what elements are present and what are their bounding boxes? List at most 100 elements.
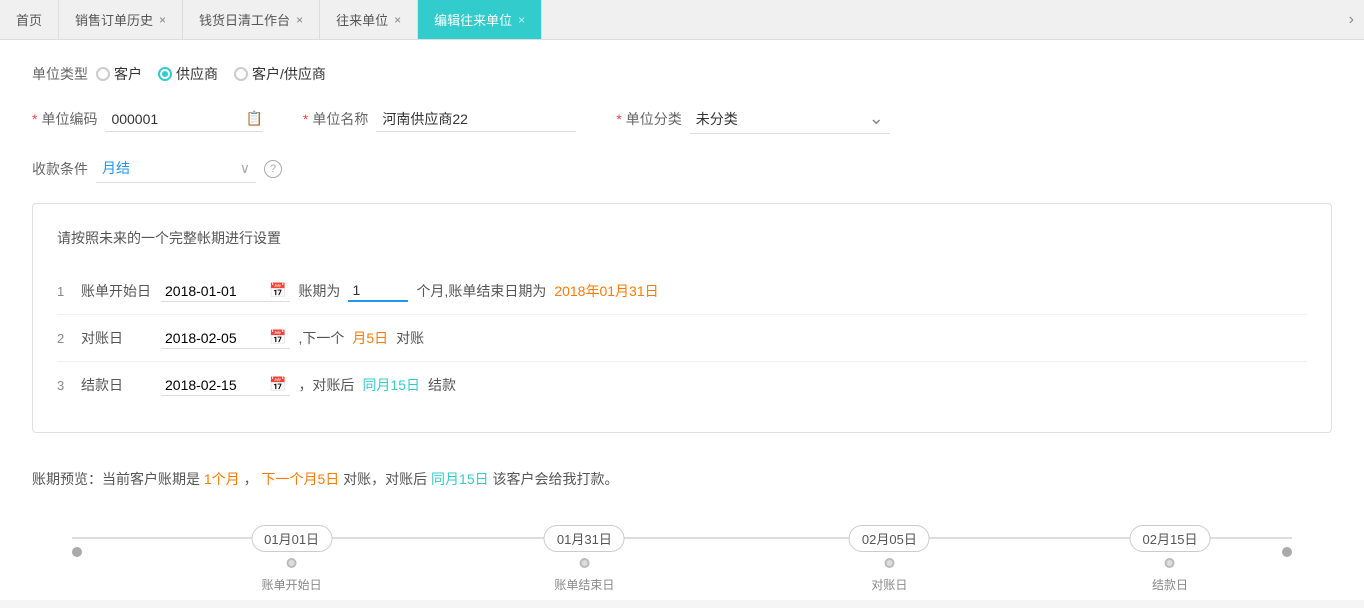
row-1-date-wrapper: 📅: [161, 280, 290, 302]
radio-supplier[interactable]: 供应商: [158, 64, 218, 84]
unit-category-value: 未分类: [696, 109, 869, 129]
row-2-num: 2: [57, 331, 81, 346]
preview-part2: 下一个月5日: [261, 471, 339, 487]
tab-home[interactable]: 首页: [0, 0, 59, 39]
unit-category-arrow: ⌄: [869, 108, 884, 129]
timeline-point-0: 01月01日 账单开始日: [251, 525, 332, 593]
timeline-badge-1: 01月31日: [544, 525, 625, 552]
timeline-dot-2: [884, 558, 894, 568]
timeline-badge-2: 02月05日: [849, 525, 930, 552]
row-1-period-label: 账期为: [298, 281, 340, 301]
row-2-suffix-highlight: 月5日: [352, 328, 388, 348]
row-2-suffix-before: ,下一个: [298, 328, 344, 348]
unit-name-input[interactable]: [376, 107, 576, 132]
payment-value: 月结: [102, 158, 234, 178]
tab-edit-partner-label: 编辑往来单位: [434, 10, 512, 29]
unit-name-group: * 单位名称: [303, 107, 576, 132]
timeline-left-dot: [72, 547, 82, 557]
payment-help-icon[interactable]: ?: [264, 160, 282, 178]
payment-select[interactable]: 月结 ∨: [96, 154, 256, 183]
payment-label: 收款条件: [32, 159, 88, 179]
row-1-num: 1: [57, 284, 81, 299]
unit-category-select[interactable]: 未分类 ⌄: [690, 104, 890, 134]
row-1-period-end: 2018年01月31日: [554, 281, 658, 301]
timeline-badge-0: 01月01日: [251, 525, 332, 552]
setting-row-1: 1 账单开始日 📅 账期为 个月,账单结束日期为 2018年01月31日: [57, 268, 1307, 315]
preview-mid2: 对账，对账后: [343, 471, 427, 487]
unit-type-label: 单位类型: [32, 64, 88, 84]
row-1-date-input[interactable]: [165, 283, 265, 299]
tab-cash-work[interactable]: 钱货日清工作台 ×: [183, 0, 320, 39]
radio-customer[interactable]: 客户: [96, 64, 142, 84]
tab-partner[interactable]: 往来单位 ×: [320, 0, 418, 39]
radio-customer-label: 客户: [114, 64, 142, 84]
tab-sales-history-label: 销售订单历史: [75, 10, 153, 29]
unit-info-row: * 单位编码 📋 * 单位名称 * 单位分类 未分类 ⌄: [32, 104, 1332, 134]
radio-customer-circle: [96, 67, 110, 81]
row-2-field: 对账日: [81, 328, 161, 348]
row-2-date-input[interactable]: [165, 330, 265, 346]
row-1-period-suffix: 个月,账单结束日期为: [416, 281, 546, 301]
radio-both[interactable]: 客户/供应商: [234, 64, 326, 84]
row-3-suffix-before: ，对账后: [298, 375, 354, 395]
timeline-dot-0: [287, 558, 297, 568]
tabs-arrow[interactable]: ›: [1339, 11, 1364, 29]
row-3-field: 结款日: [81, 375, 161, 395]
tab-edit-partner-close[interactable]: ×: [518, 13, 525, 27]
row-2-date-wrapper: 📅: [161, 327, 290, 349]
timeline: 01月01日 账单开始日 01月31日 账单结束日 02月05日 对账日 02月…: [32, 505, 1332, 565]
timeline-label-0: 账单开始日: [262, 576, 322, 593]
unit-category-star: *: [616, 111, 621, 127]
radio-supplier-circle: [158, 67, 172, 81]
preview-prefix: 账期预览：当前客户账期是: [32, 471, 200, 487]
tab-cash-work-close[interactable]: ×: [296, 13, 303, 27]
preview-suffix: 该客户会给我打款。: [493, 471, 619, 487]
payment-row: 收款条件 月结 ∨ ?: [32, 154, 1332, 183]
row-3-date-wrapper: 📅: [161, 374, 290, 396]
row-1-cal-icon[interactable]: 📅: [269, 282, 286, 299]
tab-home-label: 首页: [16, 10, 42, 29]
setting-row-2: 2 对账日 📅 ,下一个 月5日 对账: [57, 315, 1307, 362]
payment-dropdown-arrow: ∨: [240, 160, 250, 177]
tab-sales-history-close[interactable]: ×: [159, 13, 166, 27]
timeline-point-1: 01月31日 账单结束日: [544, 525, 625, 593]
row-3-num: 3: [57, 378, 81, 393]
setting-row-3: 3 结款日 📅 ，对账后 同月15日 结款: [57, 362, 1307, 408]
unit-category-label: 单位分类: [626, 109, 682, 129]
timeline-point-2: 02月05日 对账日: [849, 525, 930, 593]
timeline-right-dot: [1282, 547, 1292, 557]
tab-sales-history[interactable]: 销售订单历史 ×: [59, 0, 183, 39]
row-1-period-input[interactable]: [348, 280, 408, 302]
preview-part3: 同月15日: [431, 471, 489, 487]
radio-both-circle: [234, 67, 248, 81]
row-2-suffix-after: 对账: [396, 328, 424, 348]
row-3-date-input[interactable]: [165, 377, 265, 393]
tab-cash-work-label: 钱货日清工作台: [199, 10, 290, 29]
timeline-label-2: 对账日: [871, 576, 907, 593]
preview-part1: 1个月: [204, 471, 240, 487]
row-3-cal-icon[interactable]: 📅: [269, 376, 286, 393]
preview-mid1: ，: [244, 471, 258, 487]
unit-name-label: 单位名称: [312, 109, 368, 129]
tab-edit-partner[interactable]: 编辑往来单位 ×: [418, 0, 542, 39]
timeline-dot-3: [1165, 558, 1175, 568]
timeline-point-3: 02月15日 结款日: [1130, 525, 1211, 593]
timeline-badge-3: 02月15日: [1130, 525, 1211, 552]
unit-category-group: * 单位分类 未分类 ⌄: [616, 104, 889, 134]
unit-code-label: 单位编码: [41, 109, 97, 129]
unit-type-radio-group: 客户 供应商 客户/供应商: [96, 64, 326, 84]
unit-code-group: * 单位编码 📋: [32, 107, 263, 132]
row-2-cal-icon[interactable]: 📅: [269, 329, 286, 346]
unit-code-icon[interactable]: 📋: [245, 110, 262, 127]
preview-text: 账期预览：当前客户账期是 1个月 ， 下一个月5日 对账，对账后 同月15日 该…: [32, 453, 1332, 505]
content-area: 单位类型 客户 供应商 客户/供应商 * 单位编码 📋: [0, 40, 1364, 600]
unit-code-input[interactable]: [105, 107, 245, 131]
row-3-suffix-after: 结款: [428, 375, 456, 395]
tab-partner-close[interactable]: ×: [394, 13, 401, 27]
tab-partner-label: 往来单位: [336, 10, 388, 29]
radio-supplier-label: 供应商: [176, 64, 218, 84]
unit-type-row: 单位类型 客户 供应商 客户/供应商: [32, 64, 1332, 84]
tabs-bar: 首页 销售订单历史 × 钱货日清工作台 × 往来单位 × 编辑往来单位 × ›: [0, 0, 1364, 40]
settings-section: 请按照未来的一个完整帐期进行设置 1 账单开始日 📅 账期为 个月,账单结束日期…: [32, 203, 1332, 433]
timeline-label-3: 结款日: [1152, 576, 1188, 593]
